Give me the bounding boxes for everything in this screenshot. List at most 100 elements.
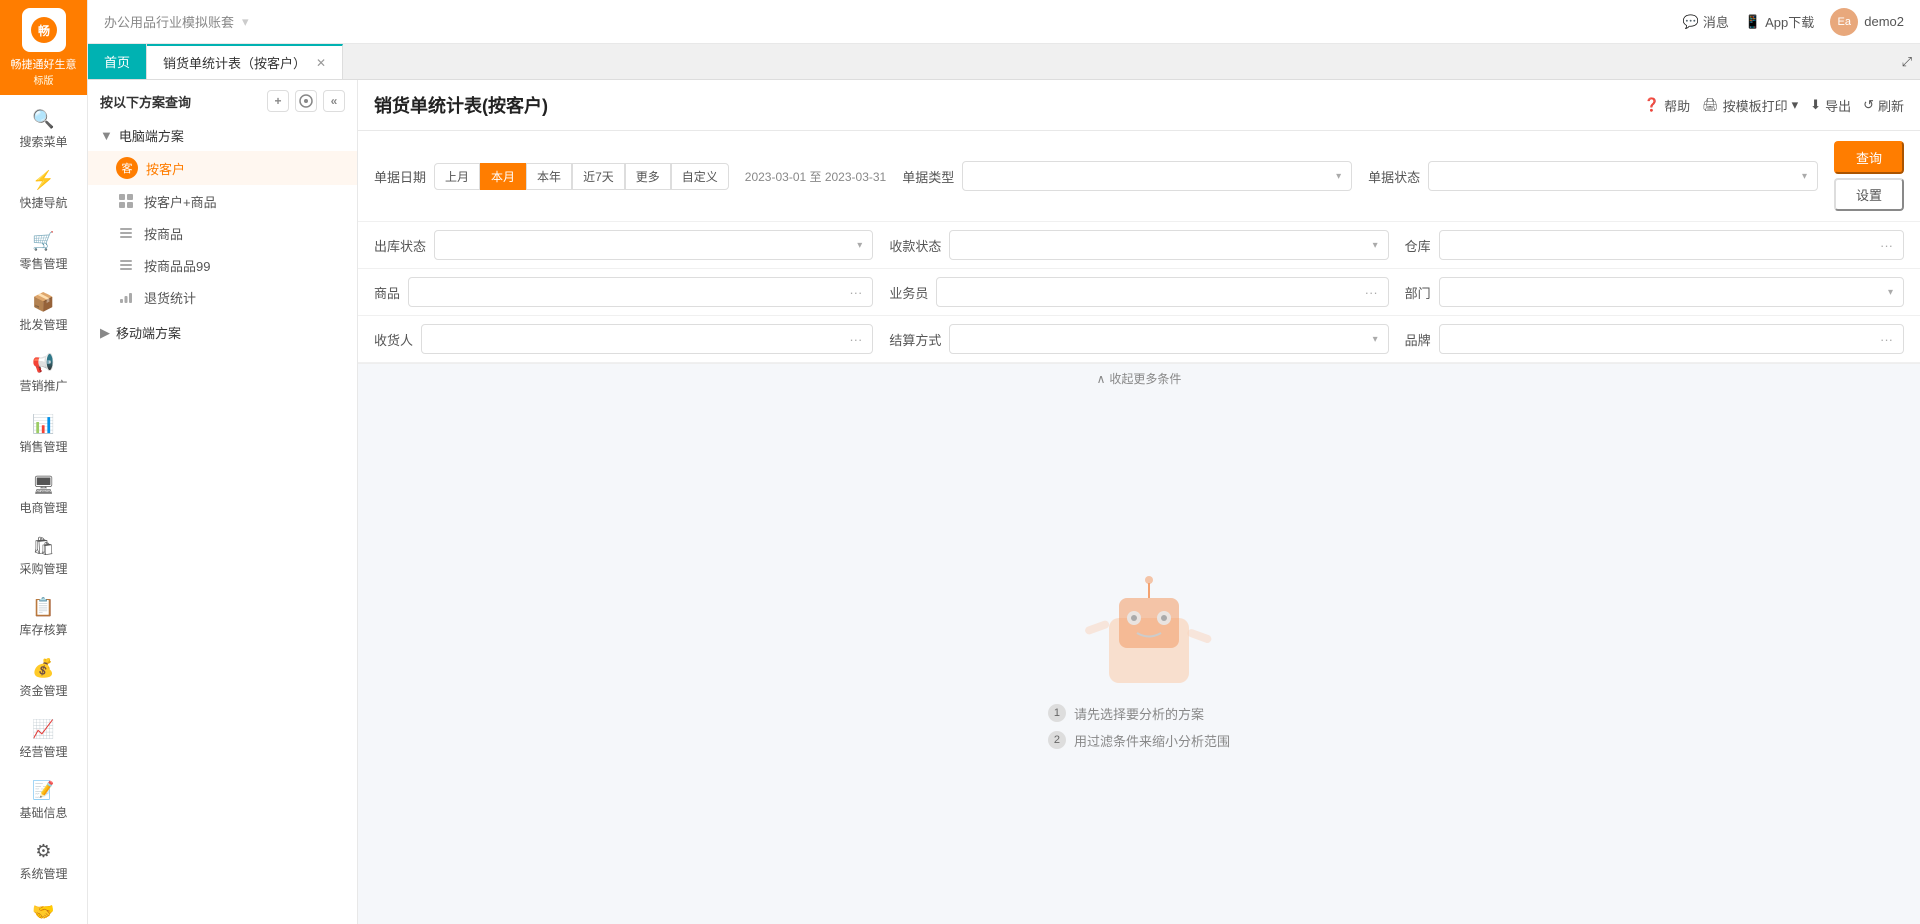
date-btn-last7days[interactable]: 近7天 (572, 163, 625, 190)
app-download-label: App下载 (1765, 12, 1814, 31)
sidebar: 畅 畅捷通好生意 标版 🔍 搜索菜单 ⚡ 快捷导航 🛒 零售管理 📦 批发管理 … (0, 0, 88, 924)
edit-scheme-button[interactable] (295, 90, 317, 112)
salesperson-label: 业务员 (889, 283, 928, 302)
search-icon: 🔍 (32, 109, 54, 130)
department-label: 部门 (1405, 283, 1431, 302)
department-filter: 部门 ▾ (1405, 277, 1904, 307)
message-button[interactable]: 💬 消息 (1683, 12, 1729, 31)
scheme-item-by-goods99-label: 按商品品99 (144, 256, 210, 275)
scheme-item-by-goods-99[interactable]: 按商品品99 (88, 249, 357, 281)
tab-expand-button[interactable]: ⤢ (1894, 54, 1920, 70)
help-label: 帮助 (1664, 96, 1690, 115)
return-stats-icon (116, 287, 136, 307)
receiver-dots: ··· (849, 332, 862, 347)
help-button[interactable]: ❓ 帮助 (1644, 96, 1690, 115)
sidebar-item-retail[interactable]: 🛒 零售管理 (0, 221, 87, 282)
doc-type-select[interactable]: ▾ (962, 161, 1352, 191)
date-btn-current-month[interactable]: 本月 (480, 163, 526, 190)
scheme-item-by-customer[interactable]: 客 按客户 (88, 151, 357, 185)
sidebar-item-operation[interactable]: 📈 经营管理 (0, 709, 87, 770)
out-status-label: 出库状态 (374, 236, 426, 255)
sidebar-item-wholesale[interactable]: 📦 批发管理 (0, 282, 87, 343)
date-btn-custom[interactable]: 自定义 (671, 163, 729, 190)
user-profile-button[interactable]: Ea demo2 (1830, 8, 1904, 36)
doc-status-select[interactable]: ▾ (1428, 161, 1818, 191)
department-select[interactable]: ▾ (1439, 277, 1904, 307)
scheme-group-desktop-title[interactable]: ▼ 电脑端方案 (88, 120, 357, 151)
sidebar-item-inventory[interactable]: 📋 库存核算 (0, 587, 87, 648)
sales-icon: 📊 (32, 414, 54, 435)
sidebar-item-ecommerce-label: 电商管理 (19, 499, 67, 516)
scheme-item-by-customer-goods[interactable]: 按客户+商品 (88, 185, 357, 217)
query-button[interactable]: 查询 (1834, 141, 1904, 174)
scheme-item-by-goods[interactable]: 按商品 (88, 217, 357, 249)
brand-select[interactable]: ··· (1439, 324, 1904, 354)
sidebar-item-enterprise[interactable]: 🤝 企业协同 (0, 892, 87, 924)
salesperson-select[interactable]: ··· (936, 277, 1388, 307)
date-btn-more[interactable]: 更多 (625, 163, 671, 190)
tab-home[interactable]: 首页 (88, 44, 147, 79)
goods-select[interactable]: ··· (408, 277, 873, 307)
sidebar-item-finance[interactable]: 💰 资金管理 (0, 648, 87, 709)
right-panel: 销货单统计表(按客户) ❓ 帮助 🖨 按模板打印 ▾ ⬇ 导出 (358, 80, 1920, 924)
print-button[interactable]: 🖨 按模板打印 ▾ (1702, 96, 1798, 115)
sidebar-item-marketing[interactable]: 📢 营销推广 (0, 343, 87, 404)
sidebar-item-basic[interactable]: 📝 基础信息 (0, 770, 87, 831)
sidebar-item-quick-nav[interactable]: ⚡ 快捷导航 (0, 160, 87, 221)
add-scheme-button[interactable]: + (267, 90, 289, 112)
print-label: 按模板打印 (1723, 96, 1788, 115)
tab-close-button[interactable]: ✕ (316, 56, 326, 70)
svg-text:畅: 畅 (37, 23, 49, 38)
tab-sales-report[interactable]: 销货单统计表（按客户） ✕ (147, 44, 343, 79)
out-status-chevron-icon: ▾ (857, 240, 862, 251)
out-status-filter: 出库状态 ▾ (374, 230, 873, 260)
doc-status-filter: 单据状态 ▾ (1368, 161, 1818, 191)
filter-row-4: 收货人 ··· 结算方式 ▾ 品牌 (358, 316, 1920, 363)
filter-row-3: 商品 ··· 业务员 ··· 部门 (358, 269, 1920, 316)
scheme-group-mobile-label: 移动端方案 (116, 323, 181, 342)
settlement-select[interactable]: ▾ (949, 324, 1388, 354)
warehouse-select[interactable]: ··· (1439, 230, 1904, 260)
goods-icon (116, 223, 136, 243)
sidebar-item-system[interactable]: ⚙ 系统管理 (0, 831, 87, 892)
sidebar-item-purchase[interactable]: 🛍 采购管理 (0, 526, 87, 587)
salesperson-filter: 业务员 ··· (889, 277, 1388, 307)
date-options-group: 上月 本月 本年 近7天 更多 自定义 (434, 163, 729, 190)
app-download-button[interactable]: 📱 App下载 (1745, 12, 1814, 31)
breadcrumb: 办公用品行业模拟账套 (104, 12, 234, 31)
sidebar-item-basic-label: 基础信息 (19, 804, 67, 821)
export-label: 导出 (1825, 96, 1851, 115)
scheme-group-mobile-title[interactable]: ▶ 移动端方案 (88, 317, 357, 348)
settings-button[interactable]: 设置 (1834, 178, 1904, 211)
empty-tip-1: 1 请先选择要分析的方案 (1048, 704, 1230, 723)
refresh-button[interactable]: ↺ 刷新 (1863, 96, 1904, 115)
receiver-select[interactable]: ··· (421, 324, 873, 354)
date-btn-current-year[interactable]: 本年 (526, 163, 572, 190)
payment-status-select[interactable]: ▾ (949, 230, 1388, 260)
sidebar-item-sales-label: 销售管理 (19, 438, 67, 455)
sidebar-item-retail-label: 零售管理 (19, 255, 67, 272)
warehouse-dots: ··· (1880, 238, 1893, 253)
sidebar-item-sales[interactable]: 📊 销售管理 (0, 404, 87, 465)
tab-sales-report-label: 销货单统计表（按客户） (163, 53, 306, 72)
message-label: 消息 (1703, 12, 1729, 31)
sidebar-item-ecommerce[interactable]: 🖥 电商管理 (0, 465, 87, 526)
page-title: 销货单统计表(按客户) (374, 92, 1644, 118)
date-btn-last-month[interactable]: 上月 (434, 163, 480, 190)
logo-icon: 畅 (22, 8, 66, 52)
settlement-chevron-icon: ▾ (1373, 334, 1378, 345)
export-button[interactable]: ⬇ 导出 (1810, 96, 1851, 115)
basic-icon: 📝 (32, 780, 54, 801)
scheme-item-return-stats[interactable]: 退货统计 (88, 281, 357, 313)
sidebar-item-search[interactable]: 🔍 搜索菜单 (0, 99, 87, 160)
refresh-icon: ↺ (1863, 97, 1874, 113)
receiver-filter: 收货人 ··· (374, 324, 873, 354)
empty-tip-2-text: 用过滤条件来缩小分析范围 (1074, 731, 1230, 750)
filter-section: 单据日期 上月 本月 本年 近7天 更多 自定义 2023-03-01 至 20… (358, 131, 1920, 393)
wholesale-icon: 📦 (32, 292, 54, 313)
out-status-select[interactable]: ▾ (434, 230, 873, 260)
collapse-filter-button[interactable]: ∧ 收起更多条件 (358, 363, 1920, 393)
collapse-panel-button[interactable]: « (323, 90, 345, 112)
active-scheme-icon: 客 (116, 157, 138, 179)
title-actions: ❓ 帮助 🖨 按模板打印 ▾ ⬇ 导出 ↺ 刷新 (1644, 96, 1904, 115)
